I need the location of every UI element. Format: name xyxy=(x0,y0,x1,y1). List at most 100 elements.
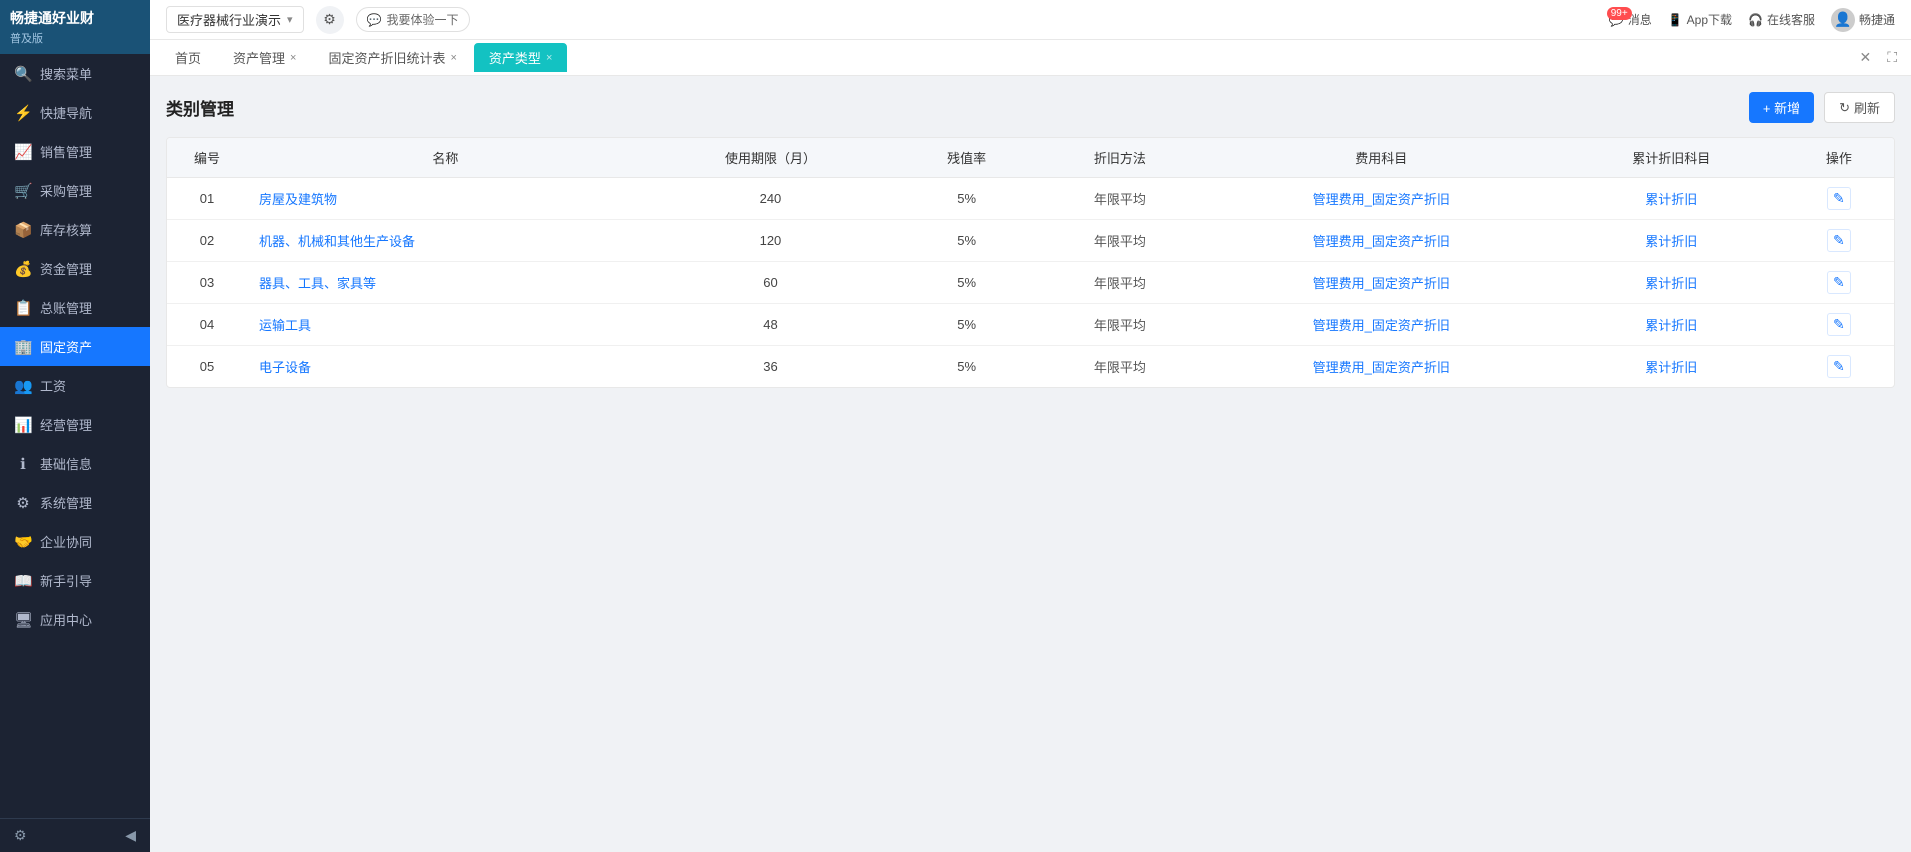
topbar-item-App下载[interactable]: 📱 App下载 xyxy=(1668,11,1732,28)
edit-icon-3[interactable]: ✎ xyxy=(1827,313,1851,336)
sidebar-item-总账管理[interactable]: 📋总账管理 xyxy=(0,288,150,327)
sidebar-icon-12: 🤝 xyxy=(14,533,32,551)
table-row: 03器具、工具、家具等605%年限平均管理费用_固定资产折旧累计折旧✎ xyxy=(167,262,1894,304)
sidebar-icon-11: ⚙ xyxy=(14,494,32,512)
sidebar-footer: ⚙ ◀ xyxy=(0,818,150,852)
topbar: 医疗器械行业演示 ▾ ⚙ 💬 我要体验一下 💬99+消息 📱 App下载 🎧 在线客服 👤… xyxy=(150,0,1911,40)
edit-icon-1[interactable]: ✎ xyxy=(1827,229,1851,252)
topbar-item-消息[interactable]: 💬99+消息 xyxy=(1609,11,1652,28)
sidebar-icon-7: 🏢 xyxy=(14,338,32,356)
cell-r1-c3: 5% xyxy=(897,220,1036,262)
user-label-3: 畅捷通 xyxy=(1859,11,1895,28)
tab-label-3: 资产类型 xyxy=(489,48,541,67)
col-header-0: 编号 xyxy=(167,138,247,178)
cell-action-4[interactable]: ✎ xyxy=(1784,346,1894,388)
cell-r2-c5: 管理费用_固定资产折旧 xyxy=(1204,262,1559,304)
cell-r4-c3: 5% xyxy=(897,346,1036,388)
settings-icon[interactable]: ⚙ xyxy=(14,827,27,844)
tab-label-1: 资产管理 xyxy=(233,48,285,67)
topbar-icon-2: 🎧 xyxy=(1748,13,1763,27)
chevron-down-icon: ▾ xyxy=(287,13,293,26)
topbar-item-畅捷通[interactable]: 👤畅捷通 xyxy=(1831,8,1895,32)
edit-icon-4[interactable]: ✎ xyxy=(1827,355,1851,378)
logo-subtitle: 普及版 xyxy=(10,30,43,46)
close-icon[interactable]: ✕ xyxy=(1855,45,1875,70)
sidebar-icon-0: 🔍 xyxy=(14,65,32,83)
sidebar-item-采购管理[interactable]: 🛒采购管理 xyxy=(0,171,150,210)
edit-icon-0[interactable]: ✎ xyxy=(1827,187,1851,210)
topbar-icon-0: 💬99+ xyxy=(1609,13,1624,27)
cell-r0-c6: 累计折旧 xyxy=(1559,178,1784,220)
sidebar-item-经营管理[interactable]: 📊 经营管理 xyxy=(0,405,150,444)
cell-action-2[interactable]: ✎ xyxy=(1784,262,1894,304)
cell-r2-c0: 03 xyxy=(167,262,247,304)
avatar: 👤 xyxy=(1831,8,1855,32)
cell-action-1[interactable]: ✎ xyxy=(1784,220,1894,262)
sidebar-icon-4: 📦 xyxy=(14,221,32,239)
sidebar: 畅捷通好业财 普及版 🔍搜索菜单⚡快捷导航📈销售管理🛒采购管理📦库存核算💰资金管… xyxy=(0,0,150,852)
cell-r3-c0: 04 xyxy=(167,304,247,346)
sidebar-icon-3: 🛒 xyxy=(14,182,32,200)
sidebar-label-9: 经营管理 xyxy=(40,415,92,434)
tab-close-1[interactable]: × xyxy=(290,52,296,64)
cell-r4-c0: 05 xyxy=(167,346,247,388)
tab-首页[interactable]: 首页 xyxy=(160,43,216,72)
table-row: 04运输工具485%年限平均管理费用_固定资产折旧累计折旧✎ xyxy=(167,304,1894,346)
sidebar-icon-9: 📊 xyxy=(14,416,32,434)
sidebar-item-搜索菜单[interactable]: 🔍搜索菜单 xyxy=(0,54,150,93)
sidebar-item-库存核算[interactable]: 📦库存核算 xyxy=(0,210,150,249)
sidebar-item-快捷导航[interactable]: ⚡快捷导航 xyxy=(0,93,150,132)
sidebar-item-企业协同[interactable]: 🤝企业协同 xyxy=(0,522,150,561)
sidebar-item-新手引导[interactable]: 📖新手引导 xyxy=(0,561,150,600)
tab-label-0: 首页 xyxy=(175,48,201,67)
topbar-label-1: App下载 xyxy=(1687,11,1732,28)
cell-r1-c5: 管理费用_固定资产折旧 xyxy=(1204,220,1559,262)
topbar-label-2: 在线客服 xyxy=(1767,11,1815,28)
app-name: 医疗器械行业演示 xyxy=(177,10,281,29)
app-selector[interactable]: 医疗器械行业演示 ▾ xyxy=(166,6,304,33)
tab-固定资产折旧统计表[interactable]: 固定资产折旧统计表× xyxy=(313,43,471,72)
sidebar-item-基础信息[interactable]: ℹ基础信息 xyxy=(0,444,150,483)
cell-r4-c5: 管理费用_固定资产折旧 xyxy=(1204,346,1559,388)
cell-r3-c6: 累计折旧 xyxy=(1559,304,1784,346)
topbar-item-在线客服[interactable]: 🎧 在线客服 xyxy=(1748,11,1815,28)
logo-title: 畅捷通好业财 xyxy=(10,8,94,28)
sidebar-item-资金管理[interactable]: 💰资金管理 xyxy=(0,249,150,288)
col-header-5: 费用科目 xyxy=(1204,138,1559,178)
sidebar-item-应用中心[interactable]: 🖥应用中心 xyxy=(0,600,150,639)
edit-icon-2[interactable]: ✎ xyxy=(1827,271,1851,294)
cell-r0-c2: 240 xyxy=(644,178,897,220)
tab-资产类型[interactable]: 资产类型 × xyxy=(474,43,567,72)
app-logo: 畅捷通好业财 普及版 xyxy=(0,0,150,54)
sidebar-label-2: 销售管理 xyxy=(40,142,92,161)
cell-r0-c3: 5% xyxy=(897,178,1036,220)
sidebar-icon-14: 🖥 xyxy=(14,611,32,629)
tabbar-right: ✕ ⛶ xyxy=(1855,45,1901,70)
topbar-settings-icon[interactable]: ⚙ xyxy=(316,6,344,34)
collapse-icon[interactable]: ◀ xyxy=(125,827,136,844)
sidebar-label-10: 基础信息 xyxy=(40,454,92,473)
tab-close-2[interactable]: × xyxy=(450,52,456,64)
page-header: 类别管理 + 新增 ↻ 刷新 xyxy=(166,92,1895,123)
experience-button[interactable]: 💬 我要体验一下 xyxy=(356,7,470,32)
refresh-icon: ↻ xyxy=(1839,100,1850,116)
tab-close-3[interactable]: × xyxy=(546,52,552,64)
refresh-button[interactable]: ↻ 刷新 xyxy=(1824,92,1895,123)
col-header-1: 名称 xyxy=(247,138,644,178)
sidebar-item-固定资产[interactable]: 🏢 固定资产 xyxy=(0,327,150,366)
sidebar-item-系统管理[interactable]: ⚙系统管理 xyxy=(0,483,150,522)
sidebar-item-销售管理[interactable]: 📈销售管理 xyxy=(0,132,150,171)
cell-action-3[interactable]: ✎ xyxy=(1784,304,1894,346)
topbar-icon-1: 📱 xyxy=(1668,13,1683,27)
badge-消息: 99+ xyxy=(1607,7,1632,20)
page-title: 类别管理 xyxy=(166,95,234,120)
sidebar-label-7: 固定资产 xyxy=(40,337,92,356)
cell-action-0[interactable]: ✎ xyxy=(1784,178,1894,220)
table-row: 05电子设备365%年限平均管理费用_固定资产折旧累计折旧✎ xyxy=(167,346,1894,388)
tab-资产管理[interactable]: 资产管理 × xyxy=(218,43,311,72)
sidebar-icon-5: 💰 xyxy=(14,260,32,278)
cell-r2-c3: 5% xyxy=(897,262,1036,304)
expand-icon[interactable]: ⛶ xyxy=(1883,45,1901,70)
new-button[interactable]: + 新增 xyxy=(1749,92,1814,123)
sidebar-item-工资[interactable]: 👥工资 xyxy=(0,366,150,405)
